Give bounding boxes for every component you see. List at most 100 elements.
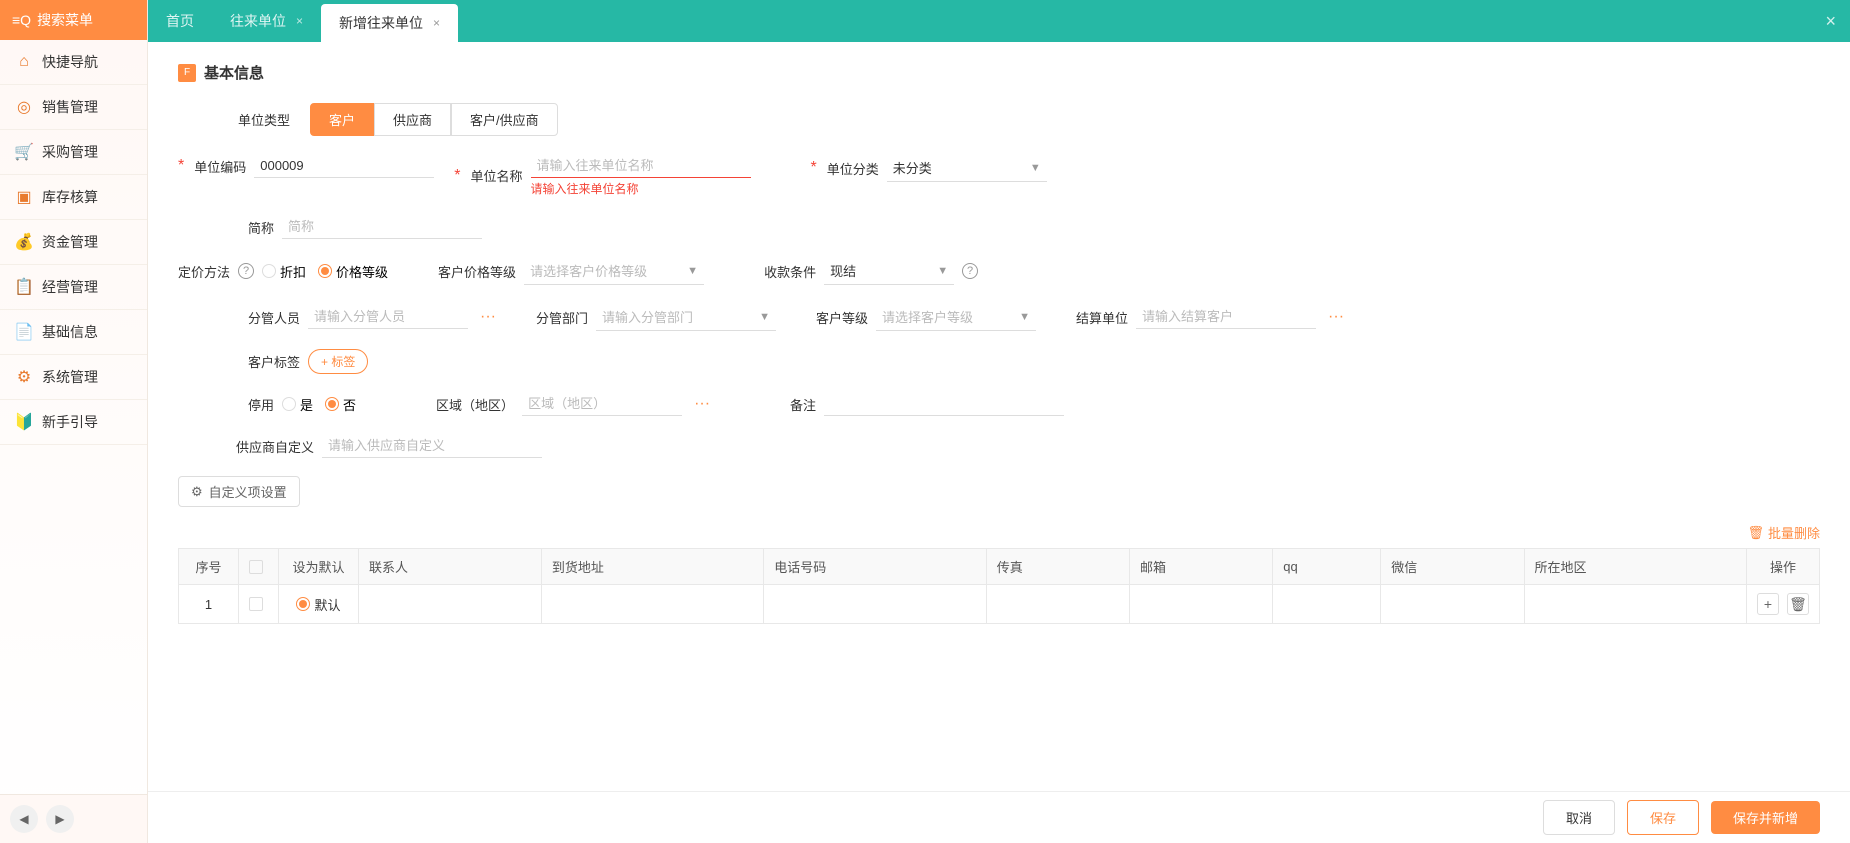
tab-new-partner[interactable]: 新增往来单位 × (321, 4, 458, 42)
sidebar-item-system[interactable]: ⚙ 系统管理 (0, 355, 147, 400)
row-phone (764, 585, 986, 624)
row-default: 默认 (279, 585, 359, 624)
sidebar-item-purchase[interactable]: 🛒 采购管理 (0, 130, 147, 175)
sidebar-item-quick-nav[interactable]: ⌂ 快捷导航 (0, 40, 147, 85)
payment-terms-select[interactable]: 现结 ▼ (824, 257, 954, 285)
disable-no-option[interactable]: 否 (325, 395, 356, 414)
row-fax (986, 585, 1129, 624)
sidebar-item-operations[interactable]: 📋 经营管理 (0, 265, 147, 310)
sidebar-collapse-btn[interactable]: ◀ (10, 805, 38, 833)
disable-no-radio[interactable] (325, 397, 339, 411)
custom-settings-button[interactable]: ⚙ 自定义项设置 (178, 476, 300, 507)
region-input[interactable] (522, 392, 682, 416)
tab-partners-close[interactable]: × (296, 14, 303, 28)
unit-category-label: 单位分类 (827, 159, 879, 178)
select-all-checkbox[interactable] (249, 560, 263, 574)
pricing-level-option[interactable]: 价格等级 (318, 262, 388, 281)
delete-row-button[interactable]: 🗑 (1787, 593, 1809, 615)
region-more-icon[interactable]: ··· (694, 395, 710, 413)
action-buttons: + 🗑 (1757, 593, 1809, 615)
sidebar-expand-btn[interactable]: ▶ (46, 805, 74, 833)
customer-price-level-select[interactable]: 请选择客户价格等级 ▼ (524, 257, 704, 285)
pricing-radio-group: 折扣 价格等级 (262, 262, 388, 281)
tab-bar: 首页 往来单位 × 新增往来单位 × × (148, 0, 1850, 42)
sidebar-bottom: ◀ ▶ (0, 794, 147, 843)
tab-new-partner-close[interactable]: × (433, 16, 440, 30)
sidebar-item-label: 销售管理 (42, 97, 98, 117)
manager-input[interactable] (308, 305, 468, 329)
short-name-group: 简称 (248, 215, 482, 239)
chevron-down-icon-4: ▼ (759, 311, 770, 323)
remark-input[interactable] (824, 392, 1064, 416)
th-contact: 联系人 (359, 549, 542, 585)
unit-code-label: 单位编码 (194, 157, 246, 176)
row-default-radio[interactable]: 默认 (289, 595, 348, 614)
disable-group: 停用 是 否 (248, 395, 356, 414)
row-region (1524, 585, 1747, 624)
manager-more-icon[interactable]: ··· (480, 308, 496, 326)
add-tag-button[interactable]: + 标签 (308, 349, 368, 374)
price-level-label: 价格等级 (336, 262, 388, 281)
disable-label: 停用 (248, 395, 274, 414)
settlement-more-icon[interactable]: ··· (1328, 308, 1344, 326)
sidebar-item-label: 采购管理 (42, 142, 98, 162)
cancel-button[interactable]: 取消 (1543, 800, 1615, 835)
customer-level-select[interactable]: 请选择客户等级 ▼ (876, 303, 1036, 331)
unit-category-select[interactable]: 未分类 ▼ (887, 154, 1047, 182)
short-name-row: 简称 (178, 215, 1820, 239)
pricing-discount-option[interactable]: 折扣 (262, 262, 306, 281)
unit-name-input[interactable] (531, 154, 751, 178)
tab-new-partner-label: 新增往来单位 (339, 13, 423, 33)
pricing-method-group: 定价方法 ? 折扣 价格等级 (178, 262, 388, 281)
sidebar-item-label: 快捷导航 (42, 52, 98, 72)
save-new-button[interactable]: 保存并新增 (1711, 801, 1820, 834)
sidebar-item-inventory[interactable]: ▣ 库存核算 (0, 175, 147, 220)
unit-info-row: * 单位编码 * 单位名称 请输入往来单位名称 * 单位分类 未分类 ▼ (178, 154, 1820, 197)
pricing-row: 定价方法 ? 折扣 价格等级 客 (178, 257, 1820, 285)
tab-home[interactable]: 首页 (148, 0, 212, 42)
inventory-icon: ▣ (14, 187, 34, 207)
unit-type-group: 客户 供应商 客户/供应商 (310, 103, 558, 136)
type-btn-customer[interactable]: 客户 (310, 103, 374, 136)
department-select[interactable]: 请输入分管部门 ▼ (596, 303, 776, 331)
close-all-button[interactable]: × (1825, 0, 1850, 42)
type-btn-supplier[interactable]: 供应商 (374, 103, 451, 136)
sidebar-item-label: 资金管理 (42, 232, 98, 252)
sidebar-item-finance[interactable]: 💰 资金管理 (0, 220, 147, 265)
th-default: 设为默认 (279, 549, 359, 585)
search-icon: ≡Q (12, 12, 31, 28)
department-placeholder: 请输入分管部门 (602, 307, 693, 326)
payment-terms-help-icon[interactable]: ? (962, 263, 978, 279)
search-menu-button[interactable]: ≡Q 搜索菜单 (0, 0, 147, 40)
disable-yes-option[interactable]: 是 (282, 395, 313, 414)
default-radio-outer[interactable] (296, 597, 310, 611)
row-checkbox[interactable] (249, 597, 263, 611)
add-row-button[interactable]: + (1757, 593, 1779, 615)
payment-terms-label: 收款条件 (764, 262, 816, 281)
short-name-input[interactable] (282, 215, 482, 239)
settlement-group: 结算单位 ··· (1076, 305, 1344, 329)
chevron-down-icon-3: ▼ (937, 265, 948, 277)
purchase-icon: 🛒 (14, 142, 34, 162)
supplier-custom-input[interactable] (322, 434, 542, 458)
disable-yes-radio[interactable] (282, 397, 296, 411)
discount-radio[interactable] (262, 264, 276, 278)
discount-label: 折扣 (280, 262, 306, 281)
disable-row: 停用 是 否 区域（地区） ··· (178, 392, 1820, 416)
tab-partners[interactable]: 往来单位 × (212, 0, 321, 42)
save-button[interactable]: 保存 (1627, 800, 1699, 835)
th-phone: 电话号码 (764, 549, 986, 585)
unit-code-input[interactable] (254, 154, 434, 178)
type-btn-both[interactable]: 客户/供应商 (451, 103, 558, 136)
settlement-input[interactable] (1136, 305, 1316, 329)
sidebar-item-guide[interactable]: 🔰 新手引导 (0, 400, 147, 445)
pricing-help-icon[interactable]: ? (238, 263, 254, 279)
th-email: 邮箱 (1129, 549, 1272, 585)
sidebar-item-basic-info[interactable]: 📄 基础信息 (0, 310, 147, 355)
batch-delete-button[interactable]: 🗑 批量删除 (1747, 523, 1820, 542)
department-label: 分管部门 (536, 308, 588, 327)
department-group: 分管部门 请输入分管部门 ▼ (536, 303, 776, 331)
sidebar-item-sales[interactable]: ◎ 销售管理 (0, 85, 147, 130)
unit-name-required: * (454, 167, 460, 185)
price-level-radio[interactable] (318, 264, 332, 278)
